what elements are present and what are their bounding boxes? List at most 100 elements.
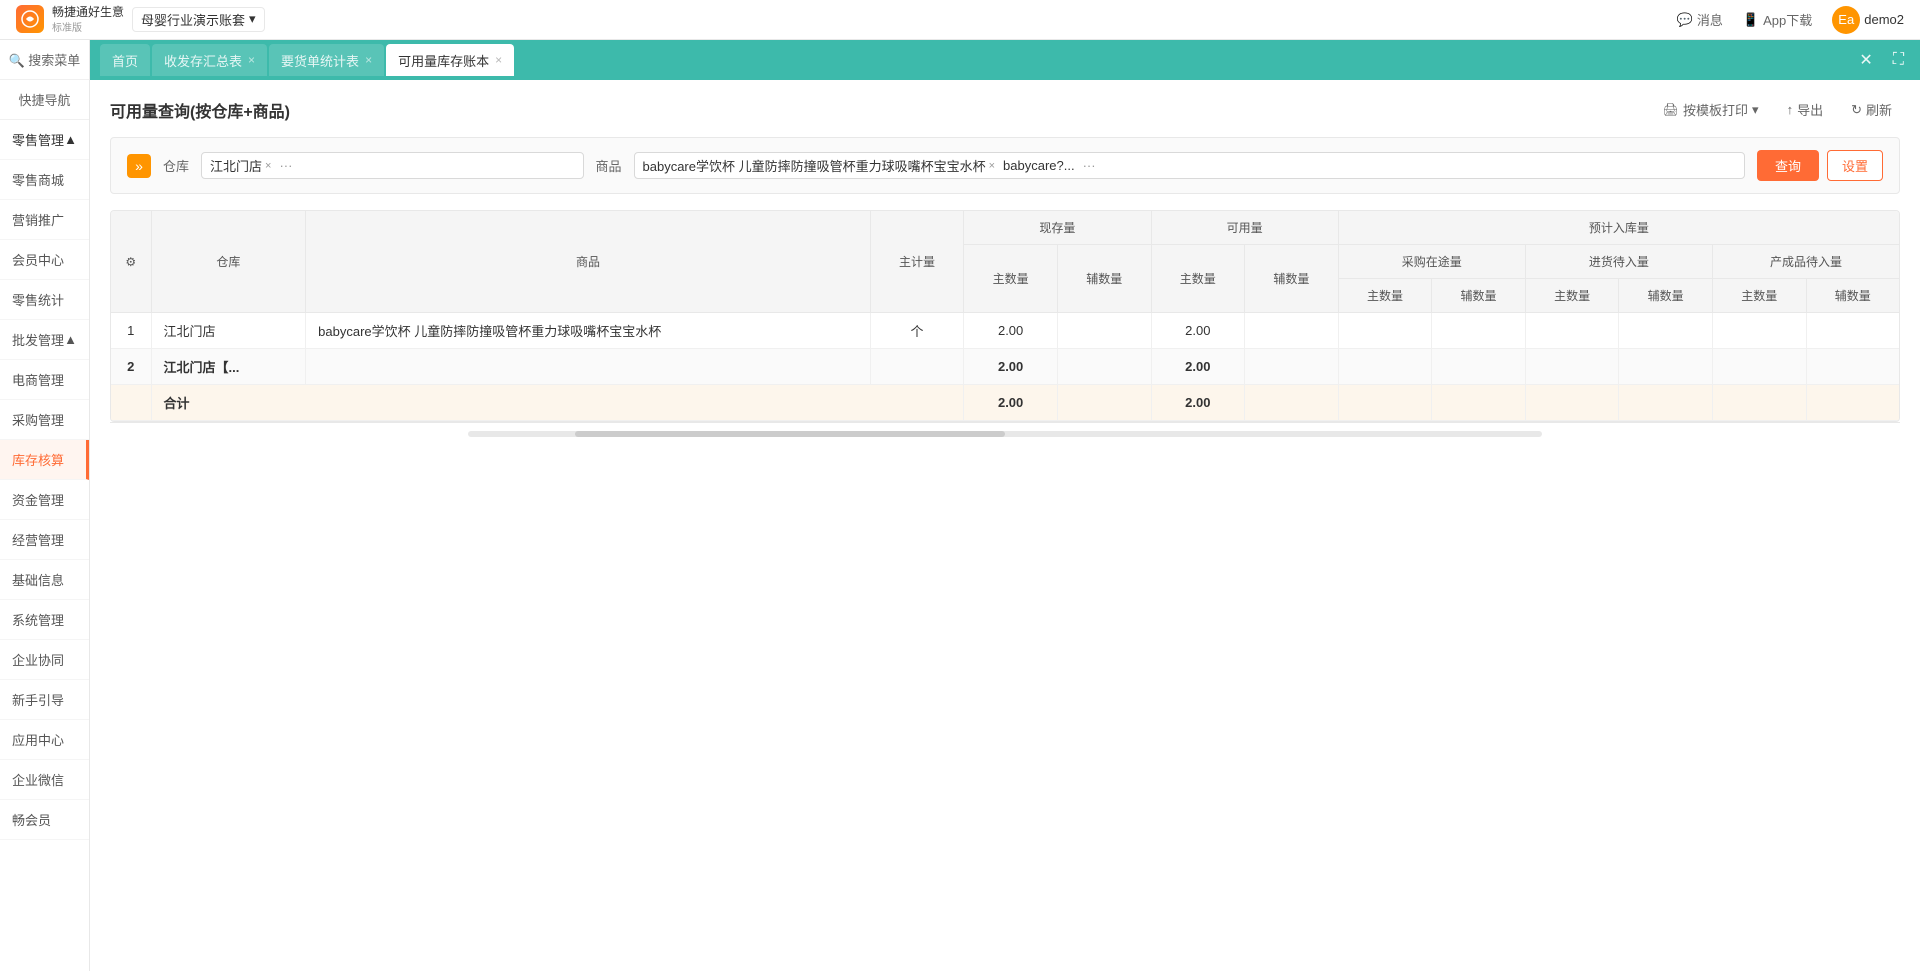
warehouse-tag-close[interactable]: × <box>265 160 271 172</box>
footer-pur-aux <box>1432 385 1526 421</box>
close-all-button[interactable]: ✕ <box>1853 48 1878 72</box>
app-download-button[interactable]: 📱 App下载 <box>1743 10 1812 29</box>
top-bar-left: 畅捷通好生意 标准版 母婴行业演示账套 ▾ <box>16 5 265 34</box>
logo-text-block: 畅捷通好生意 标准版 <box>52 5 124 34</box>
sidebar-quick-nav[interactable]: 快捷导航 <box>0 80 89 120</box>
cell-pur-aux <box>1432 313 1526 349</box>
product-more-options[interactable]: ··· <box>1083 158 1096 173</box>
refresh-label: 刷新 <box>1866 100 1892 119</box>
cell-product <box>306 349 871 385</box>
message-button[interactable]: 💬 消息 <box>1677 10 1723 29</box>
tab-available-inventory[interactable]: 可用量库存账本 × <box>386 44 514 76</box>
sidebar-item-label: 系统管理 <box>12 610 64 629</box>
search-icon: 🔍 <box>9 53 25 68</box>
sidebar-item-retail-manage[interactable]: 零售管理 ▲ <box>0 120 89 160</box>
th-avail-aux: 辅数量 <box>1245 245 1339 313</box>
tab-close-icon[interactable]: × <box>248 53 255 67</box>
sidebar-item-ecommerce[interactable]: 电商管理 <box>0 360 89 400</box>
cell-avail-aux <box>1245 349 1339 385</box>
logo-sub: 标准版 <box>52 19 124 34</box>
scroll-bar-track[interactable] <box>468 431 1542 437</box>
tabs-right: ✕ ⛶ <box>1853 48 1910 72</box>
query-button[interactable]: 查询 <box>1757 150 1819 181</box>
sidebar-item-marketing[interactable]: 营销推广 <box>0 200 89 240</box>
sidebar-item-basic-info[interactable]: 基础信息 <box>0 560 89 600</box>
print-button[interactable]: 🖨 按模板打印 ▾ <box>1655 96 1767 123</box>
cell-arr-aux <box>1619 349 1713 385</box>
sidebar-item-operations[interactable]: 经营管理 <box>0 520 89 560</box>
tabs-left: 首页 收发存汇总表 × 要货单统计表 × 可用量库存账本 × <box>100 44 514 76</box>
th-pur-aux: 辅数量 <box>1432 279 1526 313</box>
logo-text: 畅捷通好生意 <box>52 5 124 19</box>
sidebar-item-system[interactable]: 系统管理 <box>0 600 89 640</box>
footer-avail-main: 2.00 <box>1151 385 1245 421</box>
sidebar-item-member[interactable]: 会员中心 <box>0 240 89 280</box>
tab-label: 要货单统计表 <box>281 51 359 70</box>
chevron-down-icon: ▾ <box>249 11 256 27</box>
sidebar-item-guide[interactable]: 新手引导 <box>0 680 89 720</box>
sidebar-item-label: 零售管理 <box>12 130 64 149</box>
sidebar-item-label: 零售商城 <box>12 170 64 189</box>
th-product: 商品 <box>306 211 871 313</box>
table-header-row-1: ⚙ 仓库 商品 主计量 现存量 可用量 预计入库量 <box>111 211 1899 245</box>
expand-button[interactable]: ⛶ <box>1887 49 1910 71</box>
tab-receipt-summary[interactable]: 收发存汇总表 × <box>152 44 267 76</box>
footer-stock-main: 2.00 <box>964 385 1058 421</box>
export-button[interactable]: ↑ 导出 <box>1779 96 1832 123</box>
product-filter[interactable]: babycare学饮杯 儿童防摔防撞吸管杯重力球吸嘴杯宝宝水杯 × babyca… <box>634 152 1745 179</box>
sidebar-item-finance[interactable]: 资金管理 <box>0 480 89 520</box>
expand-filter-button[interactable]: » <box>127 154 151 178</box>
tab-close-icon[interactable]: × <box>365 53 372 67</box>
print-label: 按模板打印 <box>1683 100 1748 119</box>
th-stock-aux: 辅数量 <box>1057 245 1151 313</box>
table-row: 1 江北门店 babycare学饮杯 儿童防摔防撞吸管杯重力球吸嘴杯宝宝水杯 个… <box>111 313 1899 349</box>
settings-button[interactable]: 设置 <box>1827 150 1883 181</box>
chevron-down-icon: ▾ <box>1752 102 1759 118</box>
top-bar-right: 💬 消息 📱 App下载 Ea demo2 <box>1677 6 1904 34</box>
product-value-1: babycare学饮杯 儿童防摔防撞吸管杯重力球吸嘴杯宝宝水杯 <box>643 156 986 175</box>
sidebar-item-wholesale[interactable]: 批发管理 ▲ <box>0 320 89 360</box>
cell-pur-aux <box>1432 349 1526 385</box>
product-tag-close-1[interactable]: × <box>989 160 995 172</box>
footer-avail-aux <box>1245 385 1339 421</box>
filter-actions: 查询 设置 <box>1757 150 1883 181</box>
tab-label: 可用量库存账本 <box>398 51 489 70</box>
footer-arr-main <box>1525 385 1619 421</box>
footer-arr-aux <box>1619 385 1713 421</box>
sidebar-item-app-center[interactable]: 应用中心 <box>0 720 89 760</box>
cell-arr-main <box>1525 313 1619 349</box>
th-settings[interactable]: ⚙ <box>111 211 151 313</box>
footer-settings <box>111 385 151 421</box>
sidebar-search[interactable]: 🔍 搜索菜单 <box>0 40 89 80</box>
sidebar-item-inventory[interactable]: 库存核算 <box>0 440 89 480</box>
app-download-label: App下载 <box>1763 10 1812 29</box>
tab-order-stats[interactable]: 要货单统计表 × <box>269 44 384 76</box>
sidebar-item-retail-mall[interactable]: 零售商城 <box>0 160 89 200</box>
warehouse-more-options[interactable]: ··· <box>279 158 292 173</box>
table-container: ⚙ 仓库 商品 主计量 现存量 可用量 预计入库量 主数量 辅数量 <box>110 210 1900 422</box>
sidebar-item-enterprise[interactable]: 企业协同 <box>0 640 89 680</box>
refresh-button[interactable]: ↻ 刷新 <box>1843 96 1900 123</box>
industry-label: 母婴行业演示账套 <box>141 10 245 29</box>
industry-select[interactable]: 母婴行业演示账套 ▾ <box>132 7 265 32</box>
scroll-bar-thumb[interactable] <box>575 431 1005 437</box>
scroll-bar-container <box>110 422 1900 445</box>
cell-warehouse: 江北门店【... <box>151 349 306 385</box>
sidebar: 🔍 搜索菜单 快捷导航 零售管理 ▲ 零售商城 营销推广 会员中心 零售统计 批… <box>0 40 90 971</box>
warehouse-filter[interactable]: 江北门店 × ··· <box>201 152 583 179</box>
cell-stock-main: 2.00 <box>964 349 1058 385</box>
cell-prod-main <box>1712 349 1806 385</box>
cell-product: babycare学饮杯 儿童防摔防撞吸管杯重力球吸嘴杯宝宝水杯 <box>306 313 871 349</box>
footer-label: 合计 <box>151 385 964 421</box>
sidebar-item-vip[interactable]: 畅会员 <box>0 800 89 840</box>
data-table: ⚙ 仓库 商品 主计量 现存量 可用量 预计入库量 主数量 辅数量 <box>111 211 1899 421</box>
sidebar-item-purchase[interactable]: 采购管理 <box>0 400 89 440</box>
sidebar-item-retail-stats[interactable]: 零售统计 <box>0 280 89 320</box>
cell-stock-aux <box>1057 313 1151 349</box>
sidebar-item-wechat[interactable]: 企业微信 <box>0 760 89 800</box>
sidebar-item-label: 资金管理 <box>12 490 64 509</box>
user-profile[interactable]: Ea demo2 <box>1832 6 1904 34</box>
tab-close-icon[interactable]: × <box>495 53 502 67</box>
tab-home[interactable]: 首页 <box>100 44 150 76</box>
cell-unit <box>870 349 964 385</box>
